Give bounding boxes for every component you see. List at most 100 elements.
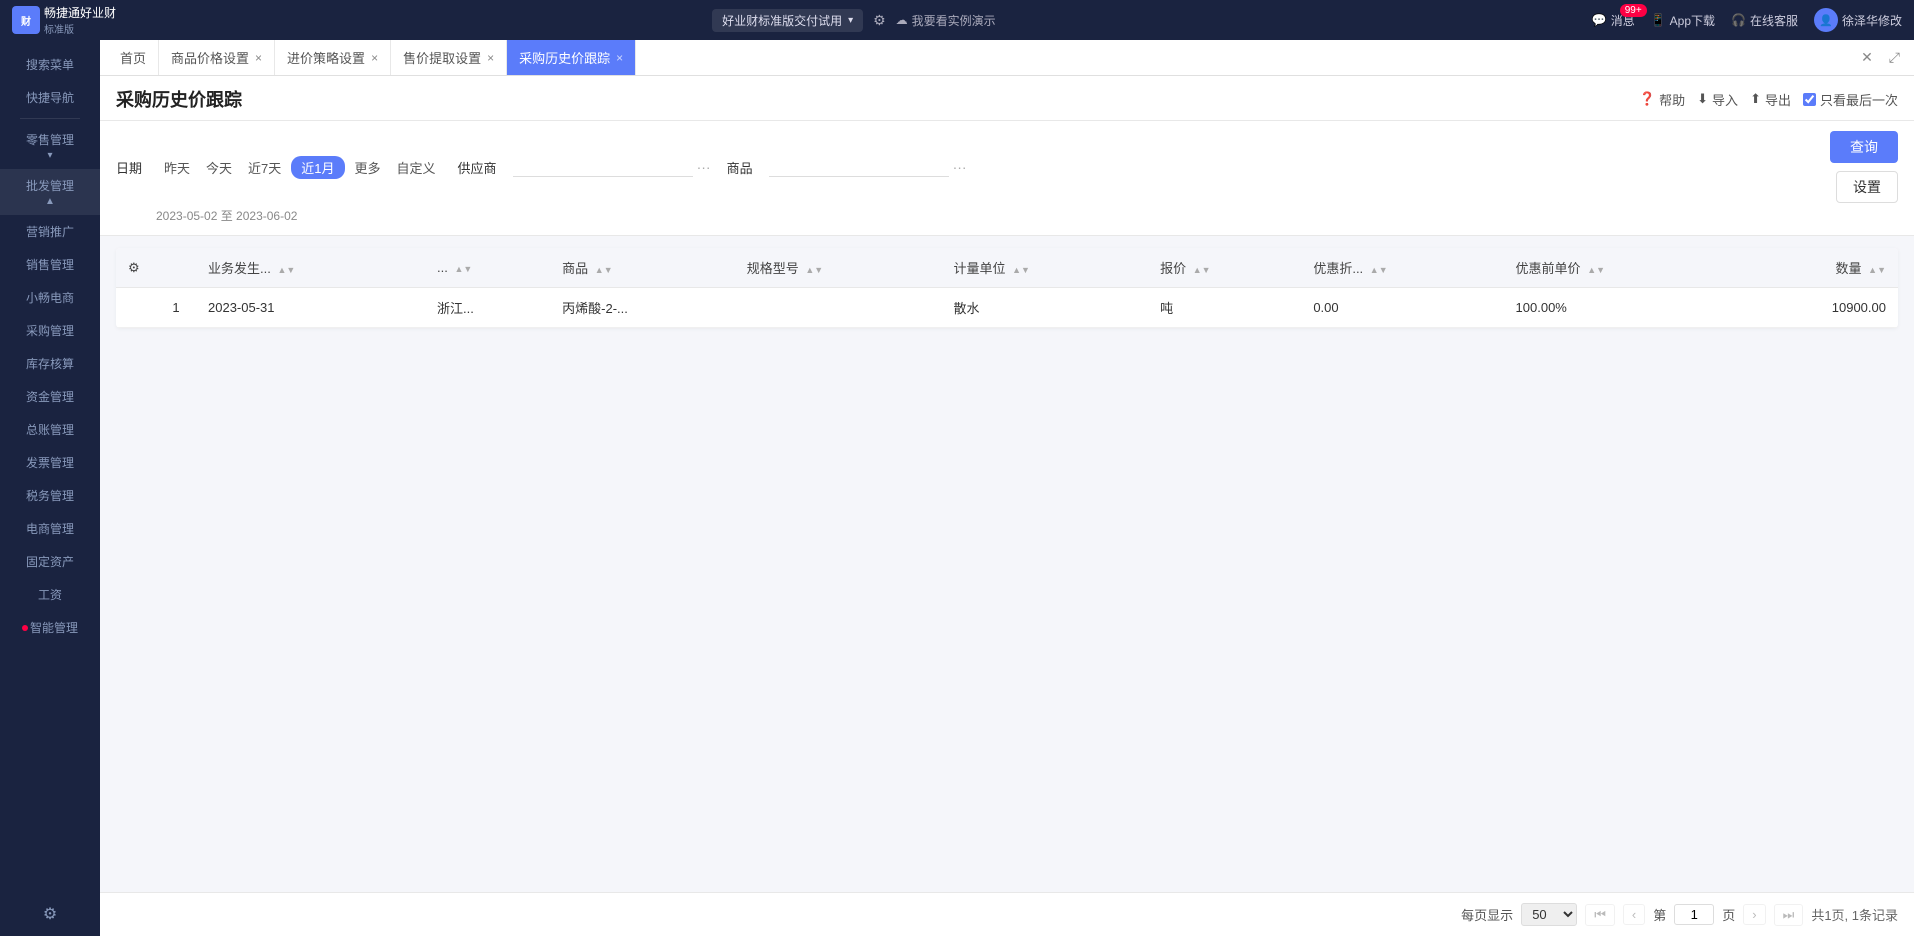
sidebar-item-assets[interactable]: 固定资产	[0, 545, 100, 578]
sidebar-item-general-ledger[interactable]: 总账管理	[0, 413, 100, 446]
th-unit[interactable]: 计量单位 ▲▼	[941, 248, 1148, 288]
tabbar-expand-button[interactable]: ⤢	[1883, 45, 1906, 70]
tab-purchase-strategy-close-icon[interactable]: ×	[371, 51, 378, 65]
topbar-left: 财 畅捷通好业财 标准版	[12, 4, 116, 36]
date-opt-today[interactable]: 今天	[200, 156, 238, 179]
sidebar-item-wholesale[interactable]: 批发管理 ▲	[0, 169, 100, 215]
sidebar-item-payroll[interactable]: 工资	[0, 578, 100, 611]
page-first-button[interactable]: ⏮	[1585, 904, 1615, 926]
tab-purchase-history-close-icon[interactable]: ×	[616, 51, 623, 65]
messages-button[interactable]: 💬 消息 99+	[1592, 12, 1635, 29]
page-next-button[interactable]: ›	[1743, 904, 1765, 925]
td-quote: 吨	[1148, 288, 1301, 328]
th-pre-discount-price[interactable]: 优惠前单价 ▲▼	[1504, 248, 1737, 288]
export-icon: ⬆	[1750, 91, 1761, 107]
help-button[interactable]: ❓ 帮助	[1639, 90, 1685, 109]
filter-row: 日期 昨天 今天 近7天 近1月 更多 自定义 供应商 ··· 商品	[116, 131, 1898, 203]
page-label: 第	[1653, 905, 1666, 924]
sort-icon-discount: ▲▼	[1370, 266, 1388, 275]
pagination-bar: 每页显示 20 50 100 ⏮ ‹ 第 页 › ⏭ 共1页, 1条记录	[100, 892, 1914, 936]
supplier-dots-button[interactable]: ···	[697, 159, 711, 175]
app-download-label: App下载	[1670, 12, 1715, 29]
sidebar-search[interactable]: 搜索菜单	[0, 48, 100, 81]
demo-button[interactable]: ☁ 我要看实例演示	[896, 12, 996, 29]
tabbar-close-button[interactable]: ✕	[1855, 45, 1879, 70]
app-logo: 财 畅捷通好业财 标准版	[12, 4, 116, 36]
page-last-button[interactable]: ⏭	[1774, 904, 1804, 926]
smart-dot-icon	[22, 625, 28, 631]
page-label-2: 页	[1722, 905, 1735, 924]
th-biz-date[interactable]: 业务发生... ▲▼	[196, 248, 425, 288]
tab-sale-price-label: 售价提取设置	[403, 48, 481, 67]
th-qty[interactable]: 数量 ▲▼	[1737, 248, 1898, 288]
sidebar-item-sales[interactable]: 销售管理	[0, 248, 100, 281]
page-size-label: 每页显示	[1461, 905, 1513, 924]
supplier-input[interactable]	[513, 157, 693, 177]
demo-icon: ☁	[896, 13, 908, 27]
date-opt-more[interactable]: 更多	[349, 156, 387, 179]
import-label: 导入	[1712, 90, 1738, 109]
topbar-gear-button[interactable]: ⚙	[869, 8, 890, 33]
supplier-filter-label: 供应商	[458, 158, 497, 177]
th-biz-date-label: 业务发生...	[208, 261, 271, 276]
th-discount[interactable]: 优惠折... ▲▼	[1301, 248, 1503, 288]
last-only-checkbox-label[interactable]: 只看最后一次	[1803, 90, 1898, 109]
sidebar-item-invoice[interactable]: 发票管理	[0, 446, 100, 479]
td-qty: 10900.00	[1737, 288, 1898, 328]
sidebar-item-inventory[interactable]: 库存核算	[0, 347, 100, 380]
page-size-select[interactable]: 20 50 100	[1521, 903, 1577, 926]
online-service-label: 在线客服	[1750, 12, 1798, 29]
last-only-label: 只看最后一次	[1820, 90, 1898, 109]
date-opt-yesterday[interactable]: 昨天	[158, 156, 196, 179]
sidebar-item-purchase[interactable]: 采购管理	[0, 314, 100, 347]
last-only-checkbox[interactable]	[1803, 93, 1816, 106]
th-quote[interactable]: 报价 ▲▼	[1148, 248, 1301, 288]
sidebar-item-tax[interactable]: 税务管理	[0, 479, 100, 512]
sidebar-item-smart[interactable]: 智能管理	[0, 611, 100, 644]
sidebar-quicknav[interactable]: 快捷导航	[0, 81, 100, 114]
version-selector[interactable]: 好业财标准版交付试用 ▾	[712, 9, 863, 32]
sidebar-item-finance[interactable]: 资金管理	[0, 380, 100, 413]
tab-home[interactable]: 首页	[108, 40, 159, 76]
filter-settings-button[interactable]: 设置	[1836, 171, 1898, 203]
tab-sale-price[interactable]: 售价提取设置 ×	[391, 40, 507, 76]
sidebar-item-ecommerce[interactable]: 电商管理	[0, 512, 100, 545]
tab-price-settings-close-icon[interactable]: ×	[255, 51, 262, 65]
th-goods-label: 商品	[562, 261, 588, 276]
th-goods[interactable]: 商品 ▲▼	[550, 248, 735, 288]
date-opt-7days[interactable]: 近7天	[242, 156, 287, 179]
sort-icon-quote: ▲▼	[1193, 266, 1211, 275]
page-prev-button[interactable]: ‹	[1623, 904, 1645, 925]
table-row: 1 2023-05-31 浙江... 丙烯酸-2-... 散水 吨 0.00 1…	[116, 288, 1898, 328]
sidebar: 搜索菜单 快捷导航 零售管理 ▾ 批发管理 ▲ 营销推广 销售管理 小畅电商 采…	[0, 40, 100, 936]
app-logo-name: 畅捷通好业财	[44, 4, 116, 21]
td-gear	[116, 288, 156, 328]
page-number-input[interactable]	[1674, 904, 1714, 925]
tab-purchase-history[interactable]: 采购历史价跟踪 ×	[507, 40, 636, 76]
sidebar-gear-button[interactable]: ⚙	[43, 892, 57, 936]
app-download-button[interactable]: 📱 App下载	[1651, 12, 1715, 29]
query-button[interactable]: 查询	[1830, 131, 1898, 163]
th-row-num	[156, 248, 196, 288]
sidebar-item-marketing[interactable]: 营销推广	[0, 215, 100, 248]
td-goods: 丙烯酸-2-...	[550, 288, 735, 328]
sidebar-item-retail[interactable]: 零售管理 ▾	[0, 123, 100, 169]
page-title: 采购历史价跟踪	[116, 86, 242, 112]
goods-input[interactable]	[769, 157, 949, 177]
sidebar-item-tax-label: 税务管理	[26, 487, 74, 504]
export-button[interactable]: ⬆ 导出	[1750, 90, 1791, 109]
date-opt-custom[interactable]: 自定义	[391, 156, 442, 179]
th-spec[interactable]: 规格型号 ▲▼	[735, 248, 942, 288]
goods-dots-button[interactable]: ···	[953, 159, 967, 175]
online-service-button[interactable]: 🎧 在线客服	[1731, 12, 1798, 29]
sidebar-item-ecommerce-small[interactable]: 小畅电商	[0, 281, 100, 314]
question-icon: ❓	[1639, 91, 1655, 107]
user-area[interactable]: 👤 徐泽华修改	[1814, 8, 1902, 32]
th-extra[interactable]: ... ▲▼	[425, 248, 550, 288]
th-gear[interactable]: ⚙	[116, 248, 156, 288]
tab-price-settings[interactable]: 商品价格设置 ×	[159, 40, 275, 76]
tab-sale-price-close-icon[interactable]: ×	[487, 51, 494, 65]
date-opt-1month[interactable]: 近1月	[291, 156, 344, 179]
import-button[interactable]: ⬇ 导入	[1697, 90, 1738, 109]
tab-purchase-strategy[interactable]: 进价策略设置 ×	[275, 40, 391, 76]
